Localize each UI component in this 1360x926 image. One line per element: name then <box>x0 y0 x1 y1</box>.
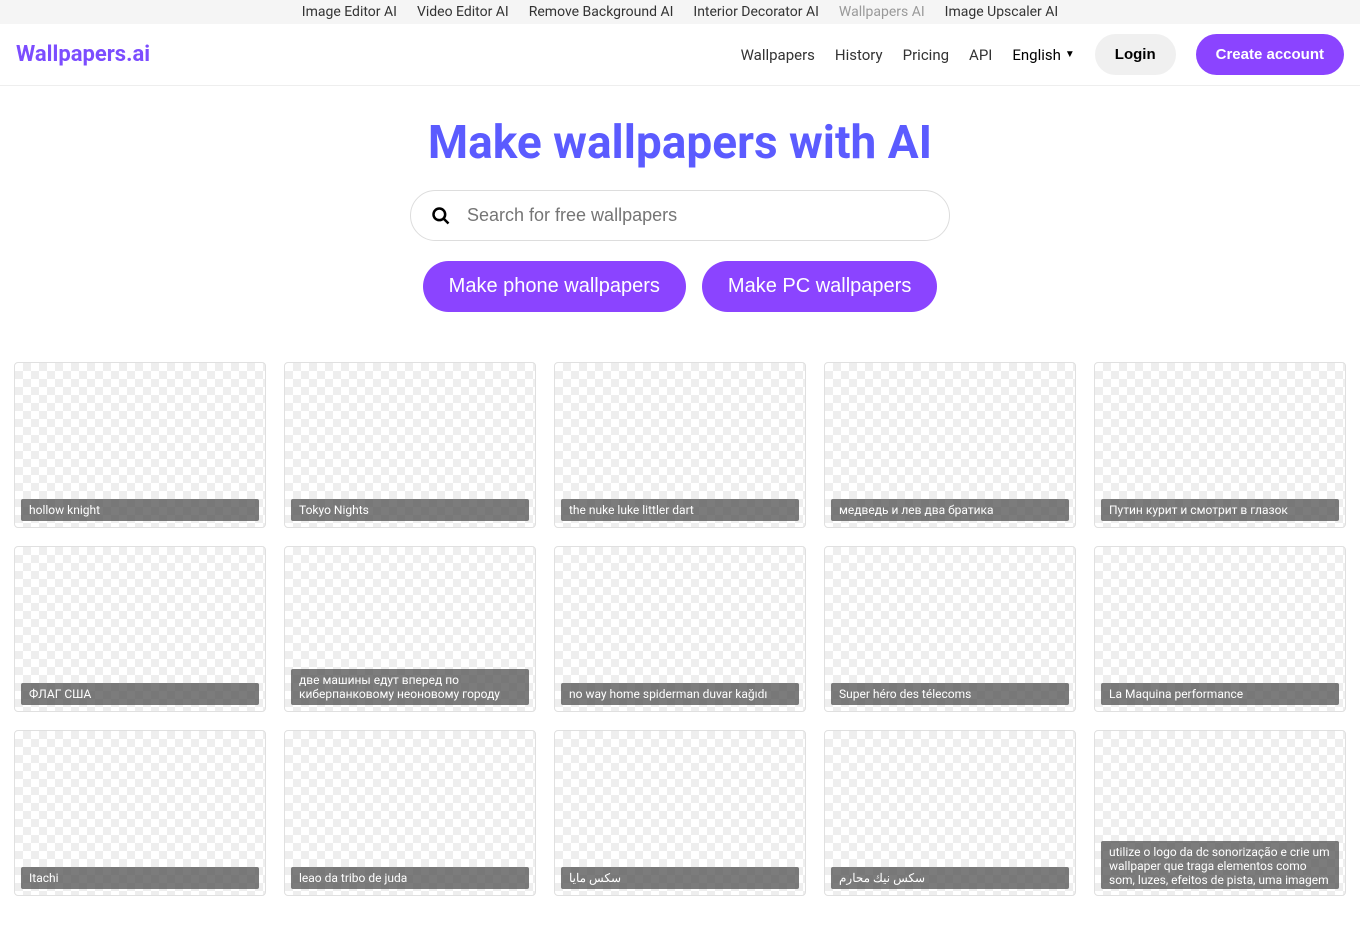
wallpaper-card[interactable]: медведь и лев два братика <box>824 362 1076 528</box>
login-button[interactable]: Login <box>1095 34 1176 75</box>
wallpaper-card[interactable]: Путин курит и смотрит в глазок <box>1094 362 1346 528</box>
make-pc-wallpapers-button[interactable]: Make PC wallpapers <box>702 261 937 312</box>
search-icon <box>431 206 451 226</box>
wallpaper-label: no way home spiderman duvar kağıdı <box>561 683 799 705</box>
wallpaper-card[interactable]: no way home spiderman duvar kağıdı <box>554 546 806 712</box>
wallpaper-label: سكس نيك محارم <box>831 867 1069 889</box>
wallpaper-label: Путин курит и смотрит в глазок <box>1101 499 1339 521</box>
wallpaper-label: Super héro des télecoms <box>831 683 1069 705</box>
hero-section: Make wallpapers with AI Make phone wallp… <box>0 86 1360 332</box>
page-title: Make wallpapers with AI <box>0 116 1360 170</box>
wallpaper-card[interactable]: the nuke luke littler dart <box>554 362 806 528</box>
topbar-video-editor[interactable]: Video Editor AI <box>417 4 509 20</box>
wallpaper-label: медведь и лев два братика <box>831 499 1069 521</box>
wallpaper-card[interactable]: utilize o logo da dc sonorização e crie … <box>1094 730 1346 896</box>
nav-pricing[interactable]: Pricing <box>903 46 949 64</box>
wallpaper-label: utilize o logo da dc sonorização e crie … <box>1101 841 1339 889</box>
topbar-remove-bg[interactable]: Remove Background AI <box>529 4 674 20</box>
wallpaper-card[interactable]: سكس نيك محارم <box>824 730 1076 896</box>
wallpaper-label: Itachi <box>21 867 259 889</box>
language-selector[interactable]: English ▼ <box>1012 46 1074 64</box>
wallpaper-grid: hollow knight Tokyo Nights the nuke luke… <box>0 332 1360 926</box>
topbar-image-editor[interactable]: Image Editor AI <box>302 4 397 20</box>
cta-buttons: Make phone wallpapers Make PC wallpapers <box>0 261 1360 312</box>
logo[interactable]: Wallpapers.ai <box>16 42 150 67</box>
wallpaper-label: La Maquina performance <box>1101 683 1339 705</box>
make-phone-wallpapers-button[interactable]: Make phone wallpapers <box>423 261 686 312</box>
wallpaper-label: hollow knight <box>21 499 259 521</box>
wallpaper-card[interactable]: Itachi <box>14 730 266 896</box>
language-label: English <box>1012 46 1061 64</box>
wallpaper-label: две машины едут вперед по киберпанковому… <box>291 669 529 705</box>
wallpaper-card[interactable]: La Maquina performance <box>1094 546 1346 712</box>
wallpaper-card[interactable]: Super héro des télecoms <box>824 546 1076 712</box>
topbar-wallpapers[interactable]: Wallpapers AI <box>839 4 925 20</box>
chevron-down-icon: ▼ <box>1065 49 1075 60</box>
wallpaper-label: ФЛАГ США <box>21 683 259 705</box>
wallpaper-label: Tokyo Nights <box>291 499 529 521</box>
wallpaper-card[interactable]: سكس مايا <box>554 730 806 896</box>
main-nav: Wallpapers History Pricing API English ▼… <box>741 34 1344 75</box>
topbar-interior-decorator[interactable]: Interior Decorator AI <box>693 4 819 20</box>
create-account-button[interactable]: Create account <box>1196 34 1344 75</box>
main-header: Wallpapers.ai Wallpapers History Pricing… <box>0 24 1360 86</box>
wallpaper-card[interactable]: leao da tribo de juda <box>284 730 536 896</box>
wallpaper-card[interactable]: ФЛАГ США <box>14 546 266 712</box>
wallpaper-label: leao da tribo de juda <box>291 867 529 889</box>
search-input[interactable] <box>467 205 929 226</box>
wallpaper-card[interactable]: Tokyo Nights <box>284 362 536 528</box>
wallpaper-card[interactable]: hollow knight <box>14 362 266 528</box>
wallpaper-label: سكس مايا <box>561 867 799 889</box>
nav-wallpapers[interactable]: Wallpapers <box>741 46 815 64</box>
topbar-image-upscaler[interactable]: Image Upscaler AI <box>945 4 1059 20</box>
wallpaper-card[interactable]: две машины едут вперед по киберпанковому… <box>284 546 536 712</box>
nav-api[interactable]: API <box>969 46 992 64</box>
wallpaper-label: the nuke luke littler dart <box>561 499 799 521</box>
nav-history[interactable]: History <box>835 46 883 64</box>
top-product-bar: Image Editor AI Video Editor AI Remove B… <box>0 0 1360 24</box>
search-container <box>410 190 950 241</box>
